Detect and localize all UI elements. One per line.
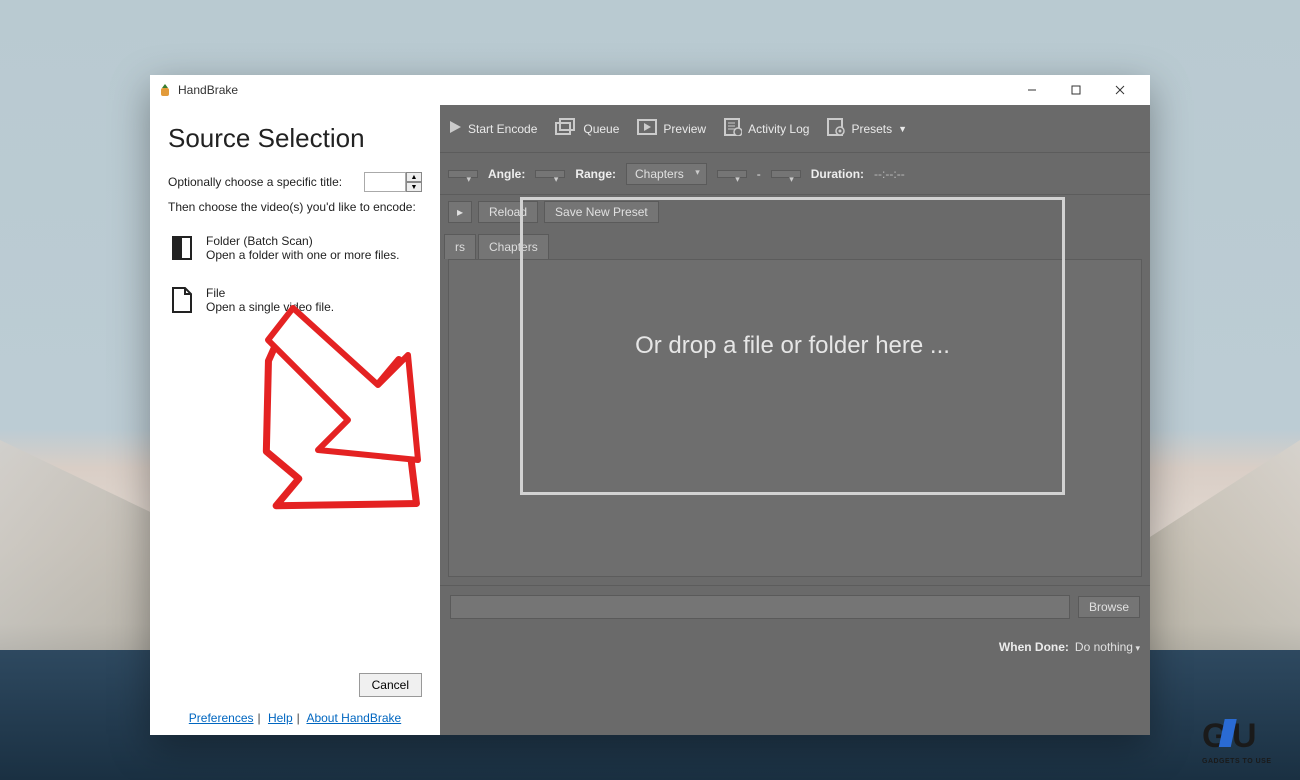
toolbar: Start Encode Queue Preview Activity Log … bbox=[440, 105, 1150, 153]
main-dimmed-area: Start Encode Queue Preview Activity Log … bbox=[440, 105, 1150, 735]
window-controls bbox=[1010, 75, 1142, 105]
close-button[interactable] bbox=[1098, 75, 1142, 105]
start-encode-button[interactable]: Start Encode bbox=[448, 120, 537, 137]
titlebar[interactable]: HandBrake bbox=[150, 75, 1150, 105]
app-icon bbox=[158, 83, 172, 97]
duration-value: --:--:-- bbox=[874, 167, 905, 181]
output-row: Browse bbox=[440, 585, 1150, 627]
presets-icon bbox=[827, 118, 845, 139]
open-file-title: File bbox=[206, 286, 334, 300]
preview-icon bbox=[637, 119, 657, 138]
help-link[interactable]: Help bbox=[268, 711, 293, 725]
browse-button[interactable]: Browse bbox=[1078, 596, 1140, 618]
open-file-sub: Open a single video file. bbox=[206, 300, 334, 314]
activity-label: Activity Log bbox=[748, 122, 809, 136]
open-file-text: File Open a single video file. bbox=[206, 286, 334, 314]
presets-button[interactable]: Presets ▼ bbox=[827, 118, 907, 139]
activity-log-button[interactable]: Activity Log bbox=[724, 118, 809, 139]
handbrake-window: HandBrake Source Selection Optionally ch… bbox=[150, 75, 1150, 735]
range-start-dropdown[interactable] bbox=[717, 170, 747, 178]
range-label: Range: bbox=[575, 167, 616, 181]
range-end-dropdown[interactable] bbox=[771, 170, 801, 178]
watermark: G U GADGETS TO USE bbox=[1202, 713, 1292, 774]
optional-title-label: Optionally choose a specific title: bbox=[168, 175, 364, 189]
panel-heading: Source Selection bbox=[168, 123, 422, 154]
main-area: Source Selection Optionally choose a spe… bbox=[150, 105, 1150, 735]
tab-partial[interactable]: rs bbox=[444, 234, 476, 259]
open-folder-sub: Open a folder with one or more files. bbox=[206, 248, 399, 262]
start-encode-label: Start Encode bbox=[468, 122, 537, 136]
when-done-row: When Done: Do nothing bbox=[440, 627, 1150, 667]
choose-hint: Then choose the video(s) you'd like to e… bbox=[168, 200, 422, 214]
svg-text:GADGETS TO USE: GADGETS TO USE bbox=[1202, 758, 1272, 765]
angle-dropdown[interactable] bbox=[535, 170, 565, 178]
minimize-button[interactable] bbox=[1010, 75, 1054, 105]
window-title: HandBrake bbox=[178, 83, 238, 97]
source-selection-panel: Source Selection Optionally choose a spe… bbox=[150, 105, 440, 735]
queue-icon bbox=[555, 118, 577, 139]
drop-zone[interactable]: Or drop a file or folder here ... bbox=[520, 197, 1065, 495]
preferences-link[interactable]: Preferences bbox=[189, 711, 254, 725]
activity-icon bbox=[724, 118, 742, 139]
drop-zone-text: Or drop a file or folder here ... bbox=[635, 332, 950, 360]
title-spinner: ▲ ▼ bbox=[406, 172, 422, 192]
open-folder-button[interactable]: Folder (Batch Scan) Open a folder with o… bbox=[168, 228, 422, 268]
maximize-button[interactable] bbox=[1054, 75, 1098, 105]
play-icon bbox=[448, 120, 462, 137]
folder-icon bbox=[170, 234, 194, 262]
chevron-down-icon: ▼ bbox=[898, 124, 907, 134]
cancel-row: Cancel bbox=[168, 667, 422, 711]
optional-title-row: Optionally choose a specific title: ▲ ▼ bbox=[168, 172, 422, 192]
open-folder-text: Folder (Batch Scan) Open a folder with o… bbox=[206, 234, 399, 262]
queue-label: Queue bbox=[583, 122, 619, 136]
footer-links: Preferences| Help| About HandBrake bbox=[168, 711, 422, 725]
output-path-input[interactable] bbox=[450, 595, 1070, 619]
queue-button[interactable]: Queue bbox=[555, 118, 619, 139]
when-done-dropdown[interactable]: Do nothing bbox=[1075, 640, 1140, 654]
title-dropdown[interactable] bbox=[448, 170, 478, 178]
source-params-row: Angle: Range: Chapters - Duration: --:--… bbox=[440, 153, 1150, 195]
cancel-button[interactable]: Cancel bbox=[359, 673, 422, 697]
title-spinner-up[interactable]: ▲ bbox=[406, 172, 422, 182]
preview-button[interactable]: Preview bbox=[637, 119, 706, 138]
preset-arrow-button[interactable]: ▸ bbox=[448, 201, 472, 223]
file-icon bbox=[170, 286, 194, 314]
angle-label: Angle: bbox=[488, 167, 525, 181]
preview-label: Preview bbox=[663, 122, 706, 136]
title-number-input[interactable] bbox=[364, 172, 406, 192]
range-type-dropdown[interactable]: Chapters bbox=[626, 163, 707, 185]
duration-label: Duration: bbox=[811, 167, 864, 181]
title-spinner-down[interactable]: ▼ bbox=[406, 182, 422, 192]
when-done-label: When Done: bbox=[999, 640, 1069, 654]
range-dash: - bbox=[757, 167, 761, 181]
presets-label: Presets bbox=[851, 122, 892, 136]
open-folder-title: Folder (Batch Scan) bbox=[206, 234, 399, 248]
about-link[interactable]: About HandBrake bbox=[306, 711, 401, 725]
open-file-button[interactable]: File Open a single video file. bbox=[168, 280, 422, 320]
